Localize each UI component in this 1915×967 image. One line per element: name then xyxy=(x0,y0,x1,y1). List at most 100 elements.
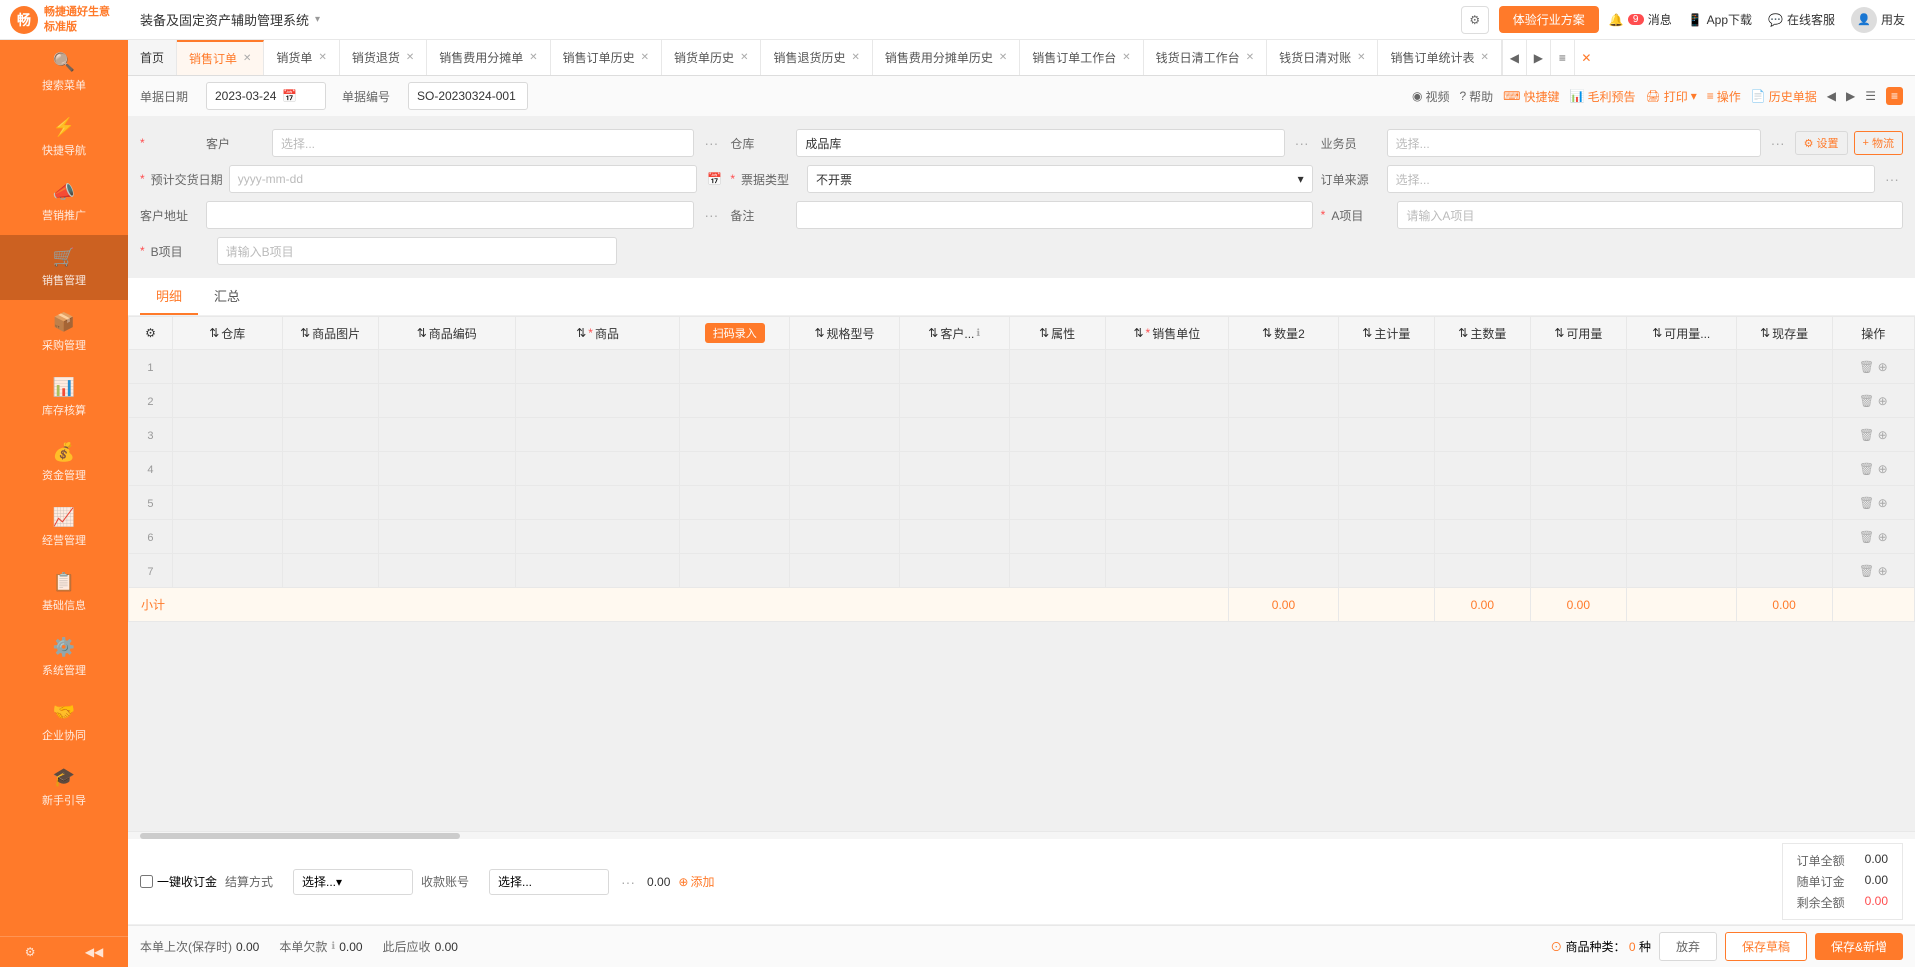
copy-icon[interactable]: ⊕ xyxy=(1878,530,1888,544)
tab-close-daily[interactable]: ✕ xyxy=(1246,52,1254,63)
delete-icon[interactable]: 🗑 xyxy=(1859,394,1874,408)
tab-close-sales-order[interactable]: ✕ xyxy=(243,53,251,64)
tab-home[interactable]: 首页 xyxy=(128,40,177,75)
action-margin[interactable]: 📊 毛利预告 xyxy=(1570,88,1636,105)
th-attr[interactable]: ⇅属性 xyxy=(1009,317,1105,350)
tab-statistics[interactable]: 销售订单统计表 ✕ xyxy=(1378,40,1501,75)
tab-nav-all[interactable]: ≡ xyxy=(1550,40,1574,75)
tab-sales-expense[interactable]: 销售费用分摊单 ✕ xyxy=(427,40,550,75)
th-scan[interactable]: 扫码录入 xyxy=(680,317,790,350)
th-product[interactable]: ⇅*商品 xyxy=(515,317,680,350)
delete-icon[interactable]: 🗑 xyxy=(1859,496,1874,510)
scroll-indicator[interactable] xyxy=(128,831,1915,839)
settings-btn[interactable]: ⚙ 设置 xyxy=(1795,131,1848,155)
online-service[interactable]: 💬 在线客服 xyxy=(1768,11,1835,28)
sidebar-item-search-menu[interactable]: 🔍 搜索菜单 xyxy=(0,40,128,105)
copy-icon[interactable]: ⊕ xyxy=(1878,496,1888,510)
tab-sales-return[interactable]: 销货退货 ✕ xyxy=(340,40,427,75)
th-current[interactable]: ⇅现存量 xyxy=(1736,317,1832,350)
tab-close-order-history[interactable]: ✕ xyxy=(641,52,649,63)
bank-account-more[interactable]: ··· xyxy=(617,874,639,890)
warehouse-input[interactable]: 成品库 xyxy=(796,129,1284,157)
th-available[interactable]: ⇅可用量 xyxy=(1530,317,1626,350)
b-project-input[interactable]: 请输入B项目 xyxy=(217,237,617,265)
th-customer-spec[interactable]: ⇅客户...ℹ xyxy=(899,317,1009,350)
nav-prev-icon[interactable]: ◀ xyxy=(1827,89,1836,103)
sidebar-collapse-icon[interactable]: ◀◀ xyxy=(85,945,103,959)
th-spec[interactable]: ⇅规格型号 xyxy=(790,317,900,350)
tab-detail[interactable]: 明细 xyxy=(140,278,198,315)
tab-sales-order[interactable]: 销售订单 ✕ xyxy=(177,40,264,75)
bank-account-select[interactable]: 选择... xyxy=(489,869,609,895)
th-available2[interactable]: ⇅可用量... xyxy=(1626,317,1736,350)
tab-close-expense-history[interactable]: ✕ xyxy=(999,52,1007,63)
delete-icon[interactable]: 🗑 xyxy=(1859,564,1874,578)
draft-button[interactable]: 保存草稿 xyxy=(1725,932,1807,961)
customer-input[interactable]: 选择... xyxy=(272,129,694,157)
tab-order-history[interactable]: 销售订单历史 ✕ xyxy=(551,40,662,75)
tab-workbench[interactable]: 销售订单工作台 ✕ xyxy=(1020,40,1143,75)
sidebar-item-quick-nav[interactable]: ⚡ 快捷导航 xyxy=(0,105,128,170)
sidebar-item-marketing[interactable]: 📣 营销推广 xyxy=(0,170,128,235)
system-title-dropdown[interactable]: ▾ xyxy=(315,14,320,25)
sidebar-item-purchase-mgmt[interactable]: 📦 采购管理 xyxy=(0,300,128,365)
sidebar-item-basic-info[interactable]: 📋 基础信息 xyxy=(0,560,128,625)
solution-button[interactable]: 体验行业方案 xyxy=(1499,6,1599,33)
copy-icon[interactable]: ⊕ xyxy=(1878,462,1888,476)
date-input[interactable]: 2023-03-24 📅 xyxy=(206,82,326,110)
tab-daily-clear-workbench[interactable]: 钱货日清工作台 ✕ xyxy=(1144,40,1267,75)
list-view-icon[interactable]: ☰ xyxy=(1865,89,1876,103)
tab-note-history[interactable]: 销货单历史 ✕ xyxy=(662,40,761,75)
th-main-qty[interactable]: ⇅主数量 xyxy=(1434,317,1530,350)
tab-nav-prev[interactable]: ◀ xyxy=(1502,40,1526,75)
tab-expense-history[interactable]: 销售费用分摊单历史 ✕ xyxy=(873,40,1020,75)
copy-icon[interactable]: ⊕ xyxy=(1878,428,1888,442)
order-source-more[interactable]: ··· xyxy=(1881,171,1903,187)
scroll-thumb[interactable] xyxy=(140,833,460,839)
address-input[interactable] xyxy=(206,201,694,229)
quickpay-checkbox-label[interactable]: 一键收订金 xyxy=(140,873,217,890)
grid-view-icon[interactable]: ≡ xyxy=(1886,87,1903,105)
sidebar-item-enterprise[interactable]: 🤝 企业协同 xyxy=(0,690,128,755)
payment-method-select[interactable]: 选择... ▾ xyxy=(293,869,413,895)
tab-summary[interactable]: 汇总 xyxy=(198,278,256,315)
discard-button[interactable]: 放弃 xyxy=(1659,932,1717,961)
th-qty2[interactable]: ⇅数量2 xyxy=(1229,317,1339,350)
notes-input[interactable] xyxy=(796,201,1312,229)
tab-sales-note[interactable]: 销货单 ✕ xyxy=(264,40,339,75)
tab-close-sales-expense[interactable]: ✕ xyxy=(529,52,537,63)
nav-next-icon[interactable]: ▶ xyxy=(1846,89,1855,103)
th-main-unit[interactable]: ⇅主计量 xyxy=(1338,317,1434,350)
user-area[interactable]: 👤 用友 xyxy=(1851,7,1905,33)
action-help[interactable]: ? 帮助 xyxy=(1459,88,1493,105)
tab-return-history[interactable]: 销售退货历史 ✕ xyxy=(761,40,872,75)
staff-input[interactable]: 选择... xyxy=(1387,129,1761,157)
scan-button[interactable]: 扫码录入 xyxy=(705,323,765,343)
tab-nav-next[interactable]: ▶ xyxy=(1526,40,1550,75)
tab-close-reconcile[interactable]: ✕ xyxy=(1357,52,1365,63)
tab-close-sales-return[interactable]: ✕ xyxy=(406,52,414,63)
save-button[interactable]: 保存&新增 xyxy=(1815,933,1903,960)
action-video[interactable]: ◉ 视频 xyxy=(1412,88,1450,105)
tab-reconcile[interactable]: 钱货日清对账 ✕ xyxy=(1267,40,1378,75)
copy-icon[interactable]: ⊕ xyxy=(1878,394,1888,408)
delivery-date-input[interactable]: yyyy-mm-dd xyxy=(229,165,698,193)
th-unit[interactable]: ⇅*销售单位 xyxy=(1105,317,1228,350)
action-history[interactable]: 📄 历史单据 xyxy=(1751,88,1817,105)
tab-close-workbench[interactable]: ✕ xyxy=(1122,52,1130,63)
tab-nav-close-all[interactable]: ✕ xyxy=(1574,40,1598,75)
print-dropdown[interactable]: ▾ xyxy=(1691,89,1697,103)
quickpay-checkbox[interactable] xyxy=(140,875,153,888)
add-field-btn[interactable]: + 物流 xyxy=(1854,131,1903,155)
delete-icon[interactable]: 🗑 xyxy=(1859,360,1874,374)
delete-icon[interactable]: 🗑 xyxy=(1859,462,1874,476)
delete-icon[interactable]: 🗑 xyxy=(1859,530,1874,544)
invoice-type-select[interactable]: 不开票 ▾ xyxy=(807,165,1313,193)
app-download[interactable]: 📱 App下载 xyxy=(1688,11,1752,28)
notifications[interactable]: 🔔 9 消息 xyxy=(1609,11,1672,28)
action-print[interactable]: 🖨 打印 ▾ xyxy=(1645,88,1696,105)
settings-icon-btn[interactable]: ⚙ xyxy=(1461,6,1489,34)
th-warehouse[interactable]: ⇅仓库 xyxy=(172,317,282,350)
copy-icon[interactable]: ⊕ xyxy=(1878,360,1888,374)
tab-close-note-history[interactable]: ✕ xyxy=(740,52,748,63)
